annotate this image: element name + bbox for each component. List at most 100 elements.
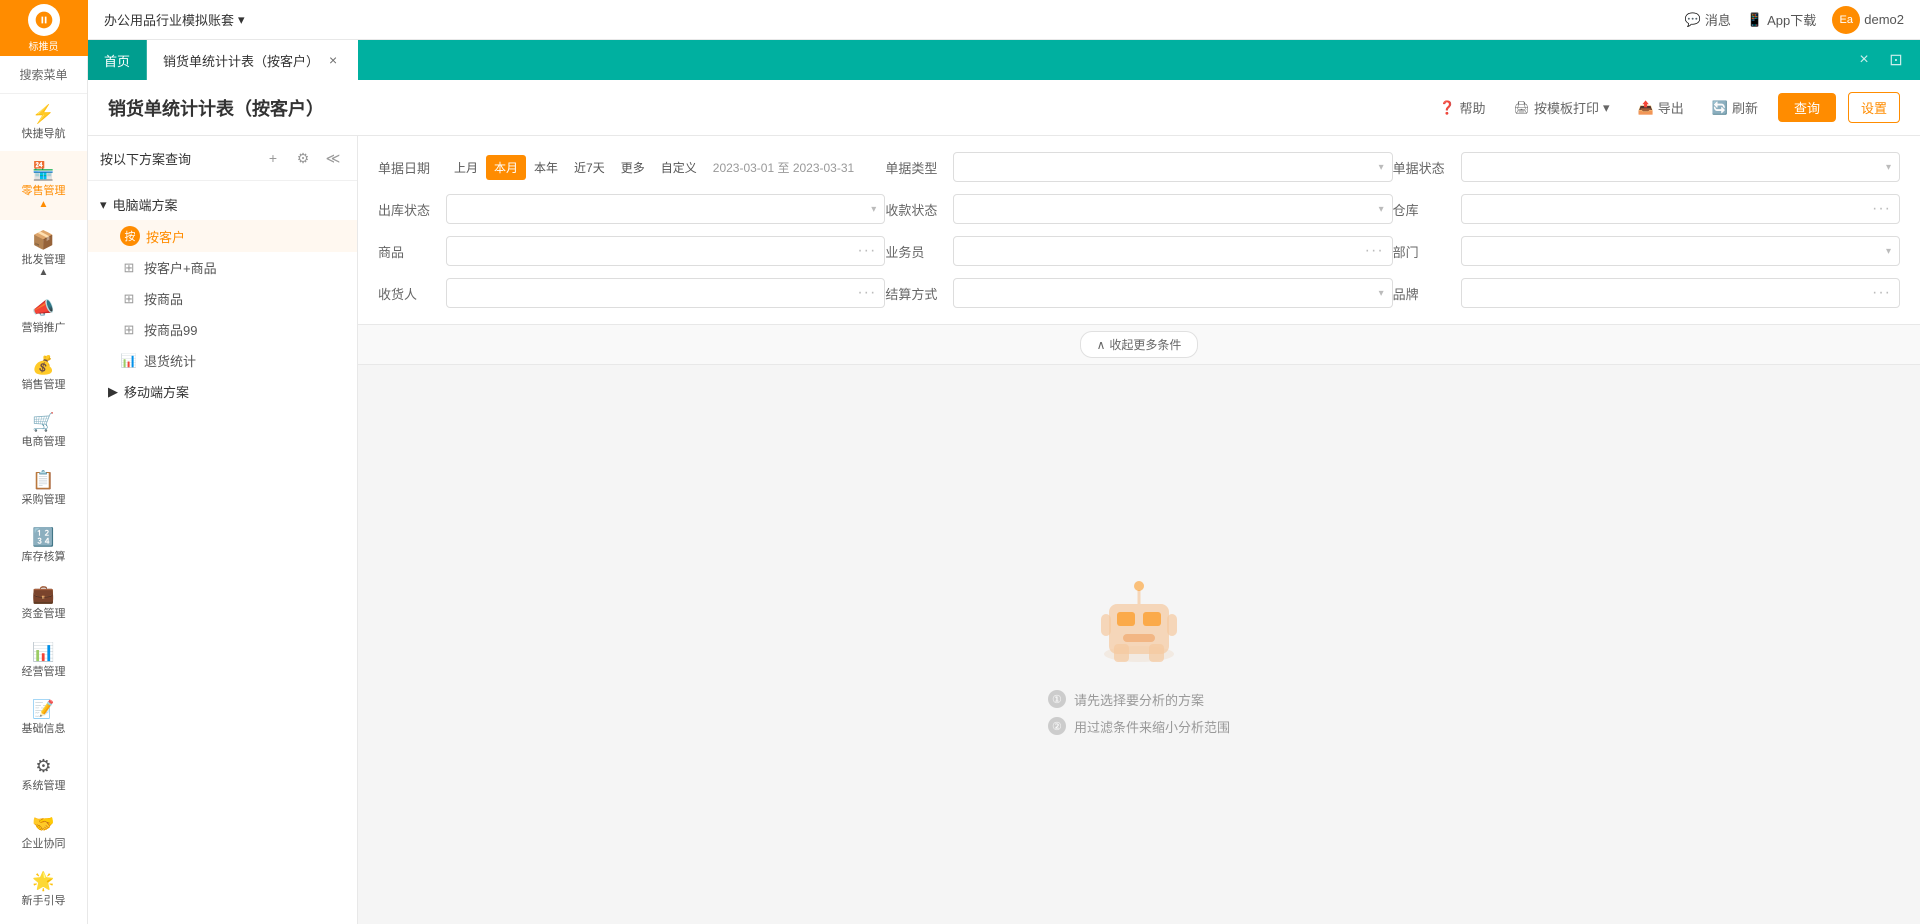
settings-btn[interactable]: 设置 xyxy=(1848,92,1900,123)
sidebar-item-sales[interactable]: 💰 销售管理 xyxy=(0,345,87,402)
sidebar-newbie-label: 新手引导 xyxy=(22,894,66,908)
sidebar-item-newbie[interactable]: 🌟 新手引导 xyxy=(0,861,87,918)
add-scheme-btn[interactable]: + xyxy=(261,146,285,170)
app-download-btn[interactable]: 📱 App下载 xyxy=(1747,10,1816,29)
ship-status-arrow: ▾ xyxy=(871,204,876,215)
sidebar-item-basic[interactable]: 📝 基础信息 xyxy=(0,689,87,746)
ship-status-dropdown[interactable]: ▾ xyxy=(446,194,885,224)
left-panel-header: 按以下方案查询 + ⚙ ≪ xyxy=(88,136,357,181)
order-status-dropdown[interactable]: ▾ xyxy=(1461,152,1900,182)
recipient-control[interactable]: ··· xyxy=(446,278,885,308)
date-btn-this-year[interactable]: 本年 xyxy=(526,155,566,180)
tab-maximize-btn[interactable]: ⊡ xyxy=(1884,48,1908,72)
export-btn[interactable]: 📤 导出 xyxy=(1630,94,1692,121)
mobile-group-label[interactable]: ▶ 移动端方案 xyxy=(88,376,357,407)
department-dropdown[interactable]: ▾ xyxy=(1461,236,1900,266)
filter-recipient: 收货人 ··· xyxy=(378,278,885,308)
refresh-label: 刷新 xyxy=(1732,98,1758,117)
inventory-icon: 🔢 xyxy=(32,527,54,548)
brand-control[interactable]: ··· xyxy=(1461,278,1900,308)
tree-item-return-stats[interactable]: 📊 退货统计 xyxy=(88,345,357,376)
sidebar-item-retail[interactable]: 🏪 零售管理 ▲ xyxy=(0,151,87,219)
message-btn[interactable]: 💬 消息 xyxy=(1685,10,1731,29)
order-status-label: 单据状态 xyxy=(1393,158,1453,177)
collapse-icon: ∧ xyxy=(1097,338,1106,352)
payment-status-label: 收款状态 xyxy=(885,200,945,219)
tab-sales-stats[interactable]: 销货单统计计表（按客户） × xyxy=(147,40,358,80)
sidebar-finance-label: 资金管理 xyxy=(22,607,66,621)
tree-item-by-customer-goods[interactable]: ⊞ 按客户+商品 xyxy=(88,252,357,283)
user-profile[interactable]: Ea demo2 xyxy=(1832,6,1904,34)
payment-status-dropdown[interactable]: ▾ xyxy=(953,194,1392,224)
scheme-settings-btn[interactable]: ⚙ xyxy=(291,146,315,170)
system-icon: ⚙ xyxy=(35,756,51,777)
sidebar-item-enterprise[interactable]: 🤝 企业协同 xyxy=(0,804,87,861)
empty-illustration xyxy=(1079,554,1199,674)
by-goods-99-label: 按商品99 xyxy=(144,320,197,339)
sidebar-item-operation[interactable]: 📊 经营管理 xyxy=(0,632,87,689)
sidebar-item-ecommerce[interactable]: 🛒 电商管理 xyxy=(0,402,87,459)
date-btn-last-month[interactable]: 上月 xyxy=(446,155,486,180)
avatar: Ea xyxy=(1832,6,1860,34)
sidebar-ecommerce-label: 电商管理 xyxy=(22,435,66,449)
tip-text-1: 请先选择要分析的方案 xyxy=(1074,690,1204,709)
ecommerce-icon: 🛒 xyxy=(32,412,54,433)
tree-item-by-goods-99[interactable]: ⊞ 按商品99 xyxy=(88,314,357,345)
left-panel-title: 按以下方案查询 xyxy=(100,149,191,168)
salesperson-control[interactable]: ··· xyxy=(953,236,1392,266)
user-name: demo2 xyxy=(1864,12,1904,27)
mobile-group-text: 移动端方案 xyxy=(124,382,189,401)
payment-method-dropdown[interactable]: ▾ xyxy=(953,278,1392,308)
settings-label: 设置 xyxy=(1861,98,1887,117)
sidebar-sales-label: 销售管理 xyxy=(22,378,66,392)
filter-row-3: 商品 ··· 业务员 ··· xyxy=(378,236,1900,266)
filter-area: 单据日期 上月 本月 本年 近7天 更多 自定义 2023-03-01 至 20… xyxy=(358,136,1920,325)
template-print-btn[interactable]: 🖨 按模板打印 ▾ xyxy=(1506,94,1618,121)
sidebar-system-label: 系统管理 xyxy=(22,779,66,793)
warehouse-control[interactable]: ··· xyxy=(1461,194,1900,224)
search-menu-label[interactable]: 搜索菜单 xyxy=(19,66,67,83)
industry-selector[interactable]: 办公用品行业模拟账套 ▾ xyxy=(104,10,245,29)
date-btn-custom[interactable]: 自定义 xyxy=(653,155,705,180)
sidebar-purchase-label: 采购管理 xyxy=(22,493,66,507)
tree-item-by-customer[interactable]: 按 按客户 xyxy=(88,220,357,252)
sidebar-item-finance[interactable]: 💼 资金管理 xyxy=(0,574,87,631)
sidebar-item-purchase[interactable]: 📋 采购管理 xyxy=(0,460,87,517)
help-btn[interactable]: ❓ 帮助 xyxy=(1431,94,1493,121)
goods-control[interactable]: ··· xyxy=(446,236,885,266)
tab-home[interactable]: 首页 xyxy=(88,40,147,80)
warehouse-dots: ··· xyxy=(1872,200,1891,218)
date-btn-last-7days[interactable]: 近7天 xyxy=(566,155,613,180)
avatar-text: Ea xyxy=(1840,14,1853,26)
collapse-panel-btn[interactable]: ≪ xyxy=(321,146,345,170)
sidebar-item-system[interactable]: ⚙ 系统管理 xyxy=(0,746,87,803)
query-btn[interactable]: 查询 xyxy=(1778,93,1836,122)
date-btn-this-month[interactable]: 本月 xyxy=(486,155,526,180)
order-type-dropdown[interactable]: ▾ xyxy=(953,152,1392,182)
tab-close-btn[interactable]: × xyxy=(325,52,341,68)
sidebar-item-shortcut[interactable]: ⚡ 快捷导航 xyxy=(0,94,87,151)
collapse-more-btn[interactable]: ∧ 收起更多条件 xyxy=(1080,331,1199,358)
refresh-btn[interactable]: 🔄 刷新 xyxy=(1704,94,1766,121)
empty-tips: ① 请先选择要分析的方案 ② 用过滤条件来缩小分析范围 xyxy=(1048,690,1230,736)
sidebar-item-marketing[interactable]: 📣 营销推广 xyxy=(0,288,87,345)
app-download-label: App下载 xyxy=(1767,10,1816,29)
filter-department: 部门 ▾ xyxy=(1393,236,1900,266)
sidebar-search-section[interactable]: 搜索菜单 xyxy=(0,56,87,94)
sidebar-item-appcenter[interactable]: 📱 应用中心 xyxy=(0,918,87,924)
goods99-icon: ⊞ xyxy=(120,321,138,339)
tab-actions: × ⊡ xyxy=(1840,40,1920,80)
page-title: 销货单统计计表（按客户） xyxy=(108,95,324,121)
sidebar-marketing-label: 营销推广 xyxy=(22,321,66,335)
sidebar-item-wholesale[interactable]: 📦 批发管理 ▲ xyxy=(0,220,87,288)
finance-icon: 💼 xyxy=(32,584,54,605)
tree-item-by-goods[interactable]: ⊞ 按商品 xyxy=(88,283,357,314)
date-label: 单据日期 xyxy=(378,158,438,177)
date-btn-more[interactable]: 更多 xyxy=(613,155,653,180)
sidebar-item-inventory[interactable]: 🔢 库存核算 xyxy=(0,517,87,574)
date-range-display: 2023-03-01 至 2023-03-31 xyxy=(713,159,854,176)
tab-close-window-btn[interactable]: × xyxy=(1852,48,1876,72)
purchase-icon: 📋 xyxy=(32,470,54,491)
collapse-label: 收起更多条件 xyxy=(1109,336,1181,353)
desktop-group-label[interactable]: ▾ 电脑端方案 xyxy=(88,189,357,220)
